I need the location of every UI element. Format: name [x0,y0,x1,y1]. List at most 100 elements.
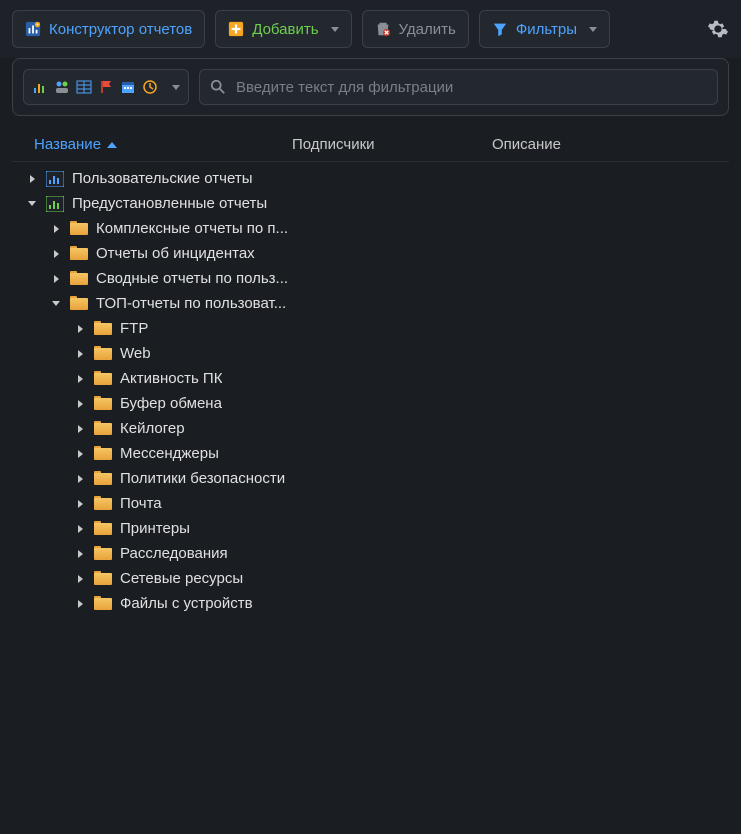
tree-node-label: Сводные отчеты по польз... [96,270,288,287]
settings-button[interactable] [707,18,729,40]
chevron-down-icon[interactable] [172,85,180,90]
tree-row[interactable]: FTP [12,316,729,341]
column-name[interactable]: Название [12,136,292,153]
column-subscribers[interactable]: Подписчики [292,136,492,153]
expand-toggle[interactable] [72,396,88,412]
folder-icon [94,446,112,462]
tree-row[interactable]: Расследования [12,541,729,566]
chevron-right-icon [54,250,59,258]
filter-bar [12,58,729,116]
expand-toggle[interactable] [72,346,88,362]
expand-toggle[interactable] [48,221,64,237]
expand-toggle[interactable] [72,446,88,462]
expand-toggle[interactable] [72,471,88,487]
chevron-down-icon [589,27,597,32]
users-icon[interactable] [54,79,70,95]
tree-node-label: Отчеты об инцидентах [96,245,255,262]
tree-row[interactable]: Почта [12,491,729,516]
tree-row[interactable]: ТОП-отчеты по пользоват... [12,291,729,316]
tree-row[interactable]: Буфер обмена [12,391,729,416]
column-description[interactable]: Описание [492,136,729,153]
tree-row[interactable]: Политики безопасности [12,466,729,491]
tree-row[interactable]: Комплексные отчеты по п... [12,216,729,241]
collapse-toggle[interactable] [24,196,40,212]
chevron-down-icon [52,301,60,306]
expand-toggle[interactable] [72,371,88,387]
expand-toggle[interactable] [72,321,88,337]
clock-icon[interactable] [142,79,158,95]
tree-row[interactable]: Web [12,341,729,366]
folder-icon [94,546,112,562]
chevron-down-icon [331,27,339,32]
tree-row[interactable]: Мессенджеры [12,441,729,466]
chevron-right-icon [78,550,83,558]
folder-icon [94,596,112,612]
delete-button[interactable]: Удалить [362,10,469,48]
search-input[interactable] [236,79,707,96]
expand-toggle[interactable] [72,546,88,562]
search-box[interactable] [199,69,718,105]
funnel-icon [492,21,508,37]
tree-node-label: Буфер обмена [120,395,222,412]
tree-node-label: Файлы с устройств [120,595,253,612]
bar-chart-icon[interactable] [32,79,48,95]
delete-label: Удалить [399,21,456,38]
expand-toggle[interactable] [72,596,88,612]
chevron-down-icon [28,201,36,206]
tree-row[interactable]: Сводные отчеты по польз... [12,266,729,291]
expand-toggle[interactable] [72,496,88,512]
expand-toggle[interactable] [48,246,64,262]
expand-toggle[interactable] [72,571,88,587]
tree-row[interactable]: Активность ПК [12,366,729,391]
tree-row[interactable]: Отчеты об инцидентах [12,241,729,266]
plus-icon [228,21,244,37]
tree-node-label: Активность ПК [120,370,222,387]
flag-icon[interactable] [98,79,114,95]
calendar-icon[interactable] [120,79,136,95]
chevron-right-icon [54,275,59,283]
chevron-right-icon [78,375,83,383]
folder-icon [70,271,88,287]
folder-icon [94,521,112,537]
view-icons-strip[interactable] [23,69,189,105]
column-headers: Название Подписчики Описание [12,128,729,162]
report-constructor-button[interactable]: Конструктор отчетов [12,10,205,48]
tree-row[interactable]: Сетевые ресурсы [12,566,729,591]
constructor-label: Конструктор отчетов [49,21,192,38]
chevron-right-icon [78,400,83,408]
filters-button[interactable]: Фильтры [479,10,610,48]
chevron-right-icon [78,425,83,433]
chart-icon [46,171,64,187]
tree-node-label: Сетевые ресурсы [120,570,243,587]
chevron-right-icon [30,175,35,183]
tree-node-label: Политики безопасности [120,470,285,487]
folder-icon [70,296,88,312]
chevron-right-icon [78,500,83,508]
folder-icon [94,371,112,387]
tree-row[interactable]: Предустановленные отчеты [12,191,729,216]
expand-toggle[interactable] [72,421,88,437]
tree-node-label: ТОП-отчеты по пользоват... [96,295,286,312]
constructor-icon [25,21,41,37]
tree-node-label: Почта [120,495,162,512]
sort-asc-icon [107,142,117,148]
folder-icon [94,421,112,437]
folder-icon [70,221,88,237]
expand-toggle[interactable] [48,271,64,287]
collapse-toggle[interactable] [48,296,64,312]
folder-icon [94,396,112,412]
tree-row[interactable]: Пользовательские отчеты [12,166,729,191]
tree-node-label: Web [120,345,151,362]
add-label: Добавить [252,21,318,38]
tree-row[interactable]: Кейлогер [12,416,729,441]
add-button[interactable]: Добавить [215,10,351,48]
chart-icon [46,196,64,212]
folder-icon [94,321,112,337]
expand-toggle[interactable] [24,171,40,187]
expand-toggle[interactable] [72,521,88,537]
tree-row[interactable]: Принтеры [12,516,729,541]
tree-node-label: Кейлогер [120,420,185,437]
table-icon[interactable] [76,79,92,95]
tree-row[interactable]: Файлы с устройств [12,591,729,616]
folder-icon [94,471,112,487]
